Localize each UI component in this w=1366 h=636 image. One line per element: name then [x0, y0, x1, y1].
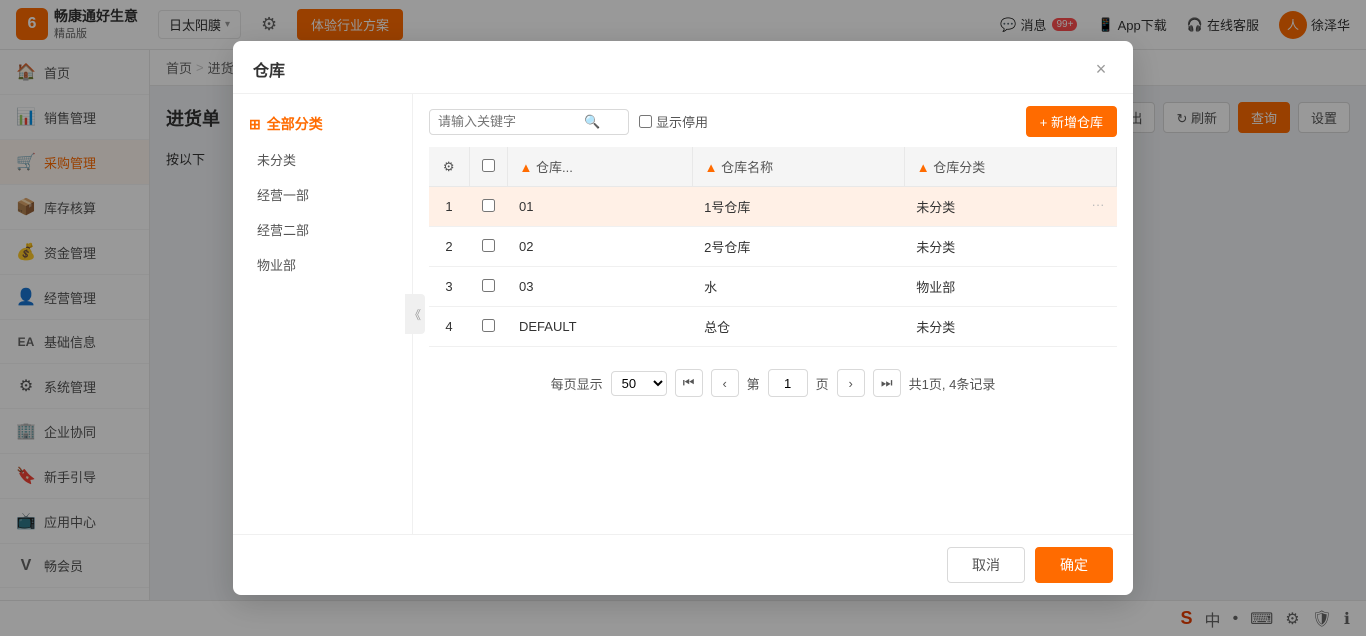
next-page-button[interactable]: ›: [837, 369, 865, 397]
row-num-3: 3: [429, 267, 469, 307]
page-number-input[interactable]: [768, 369, 808, 397]
show-disabled-label[interactable]: 显示停用: [639, 112, 708, 131]
category-item-ops2[interactable]: 经营二部: [233, 212, 412, 247]
warehouse-modal: 仓库 × ⊞ 全部分类 未分类 经营一部 经营二部 物业部 《: [233, 41, 1133, 595]
table-header-code: ▲ 仓库...: [507, 147, 692, 187]
modal-title: 仓库: [253, 57, 285, 81]
row-name-3: 水: [692, 267, 904, 307]
search-icon[interactable]: 🔍: [584, 114, 600, 130]
search-box: 🔍: [429, 109, 629, 135]
table-header-name: ▲ 仓库名称: [692, 147, 904, 187]
table-row[interactable]: 2 02 2号仓库 未分类: [429, 227, 1117, 267]
warehouse-table: ⚙ ▲ 仓库... ▲ 仓库名称 ▲ 仓库分类 1 01 1号仓库: [429, 147, 1117, 347]
table-header-gear[interactable]: ⚙: [429, 147, 469, 187]
table-header-checkbox[interactable]: [469, 147, 507, 187]
prev-page-button[interactable]: ‹: [711, 369, 739, 397]
modal-footer: 取消 确定: [233, 534, 1133, 595]
row-category-1: 未分类 ···: [904, 187, 1116, 227]
row-category-2: 未分类: [904, 227, 1116, 267]
row-code-4: DEFAULT: [507, 307, 692, 347]
pagination-summary: 共1页, 4条记录: [909, 374, 996, 393]
table-row[interactable]: 3 03 水 物业部: [429, 267, 1117, 307]
table-header-category: ▲ 仓库分类: [904, 147, 1116, 187]
row-num-4: 4: [429, 307, 469, 347]
row-category-3: 物业部: [904, 267, 1116, 307]
page-size-select[interactable]: 50 20 100: [611, 371, 667, 396]
collapse-category-button[interactable]: 《: [405, 294, 425, 334]
page-size-label: 每页显示: [551, 374, 603, 393]
table-row[interactable]: 4 DEFAULT 总仓 未分类: [429, 307, 1117, 347]
modal-close-button[interactable]: ×: [1089, 57, 1113, 81]
sort-icon-cat[interactable]: ▲: [917, 160, 930, 175]
row-num-2: 2: [429, 227, 469, 267]
select-all-checkbox[interactable]: [482, 159, 495, 172]
row-checkbox-3[interactable]: [469, 267, 507, 307]
row-code-1: 01: [507, 187, 692, 227]
pagination: 每页显示 50 20 100 ⏮ ‹ 第 页 › ⏭ 共1页, 4条记录: [429, 357, 1117, 401]
row-name-4: 总仓: [692, 307, 904, 347]
grid-icon: ⊞: [249, 116, 261, 133]
row-gear-1: 1: [429, 187, 469, 227]
confirm-button[interactable]: 确定: [1035, 547, 1113, 583]
row-code-3: 03: [507, 267, 692, 307]
modal-body: ⊞ 全部分类 未分类 经营一部 经营二部 物业部 《 🔍: [233, 94, 1133, 534]
add-warehouse-button[interactable]: + 新增仓库: [1026, 106, 1117, 137]
modal-header: 仓库 ×: [233, 41, 1133, 94]
last-page-button[interactable]: ⏭: [873, 369, 901, 397]
cancel-button[interactable]: 取消: [947, 547, 1025, 583]
table-header-row: ⚙ ▲ 仓库... ▲ 仓库名称 ▲ 仓库分类: [429, 147, 1117, 187]
show-disabled-checkbox[interactable]: [639, 115, 652, 128]
table-toolbar: 🔍 显示停用 + 新增仓库: [429, 106, 1117, 137]
first-page-button[interactable]: ⏮: [675, 369, 703, 397]
category-panel: ⊞ 全部分类 未分类 经营一部 经营二部 物业部 《: [233, 94, 413, 534]
page-of-label: 第: [747, 374, 760, 393]
category-item-unclassified[interactable]: 未分类: [233, 142, 412, 177]
sort-icon[interactable]: ▲: [520, 160, 533, 175]
search-input[interactable]: [438, 114, 578, 129]
row-checkbox-1[interactable]: [469, 187, 507, 227]
row-name-1: 1号仓库: [692, 187, 904, 227]
modal-overlay[interactable]: 仓库 × ⊞ 全部分类 未分类 经营一部 经营二部 物业部 《: [0, 0, 1366, 636]
row-name-2: 2号仓库: [692, 227, 904, 267]
row-code-2: 02: [507, 227, 692, 267]
sort-icon-name[interactable]: ▲: [705, 160, 718, 175]
all-categories-label: 全部分类: [267, 114, 323, 134]
row-checkbox-4[interactable]: [469, 307, 507, 347]
show-disabled-text: 显示停用: [656, 112, 708, 131]
page-label: 页: [816, 374, 829, 393]
row-checkbox-2[interactable]: [469, 227, 507, 267]
row-category-4: 未分类: [904, 307, 1116, 347]
category-item-property[interactable]: 物业部: [233, 247, 412, 282]
all-categories-item[interactable]: ⊞ 全部分类: [233, 106, 412, 142]
table-row[interactable]: 1 01 1号仓库 未分类 ···: [429, 187, 1117, 227]
category-item-ops1[interactable]: 经营一部: [233, 177, 412, 212]
table-panel: 🔍 显示停用 + 新增仓库 ⚙ ▲ 仓库...: [413, 94, 1133, 534]
